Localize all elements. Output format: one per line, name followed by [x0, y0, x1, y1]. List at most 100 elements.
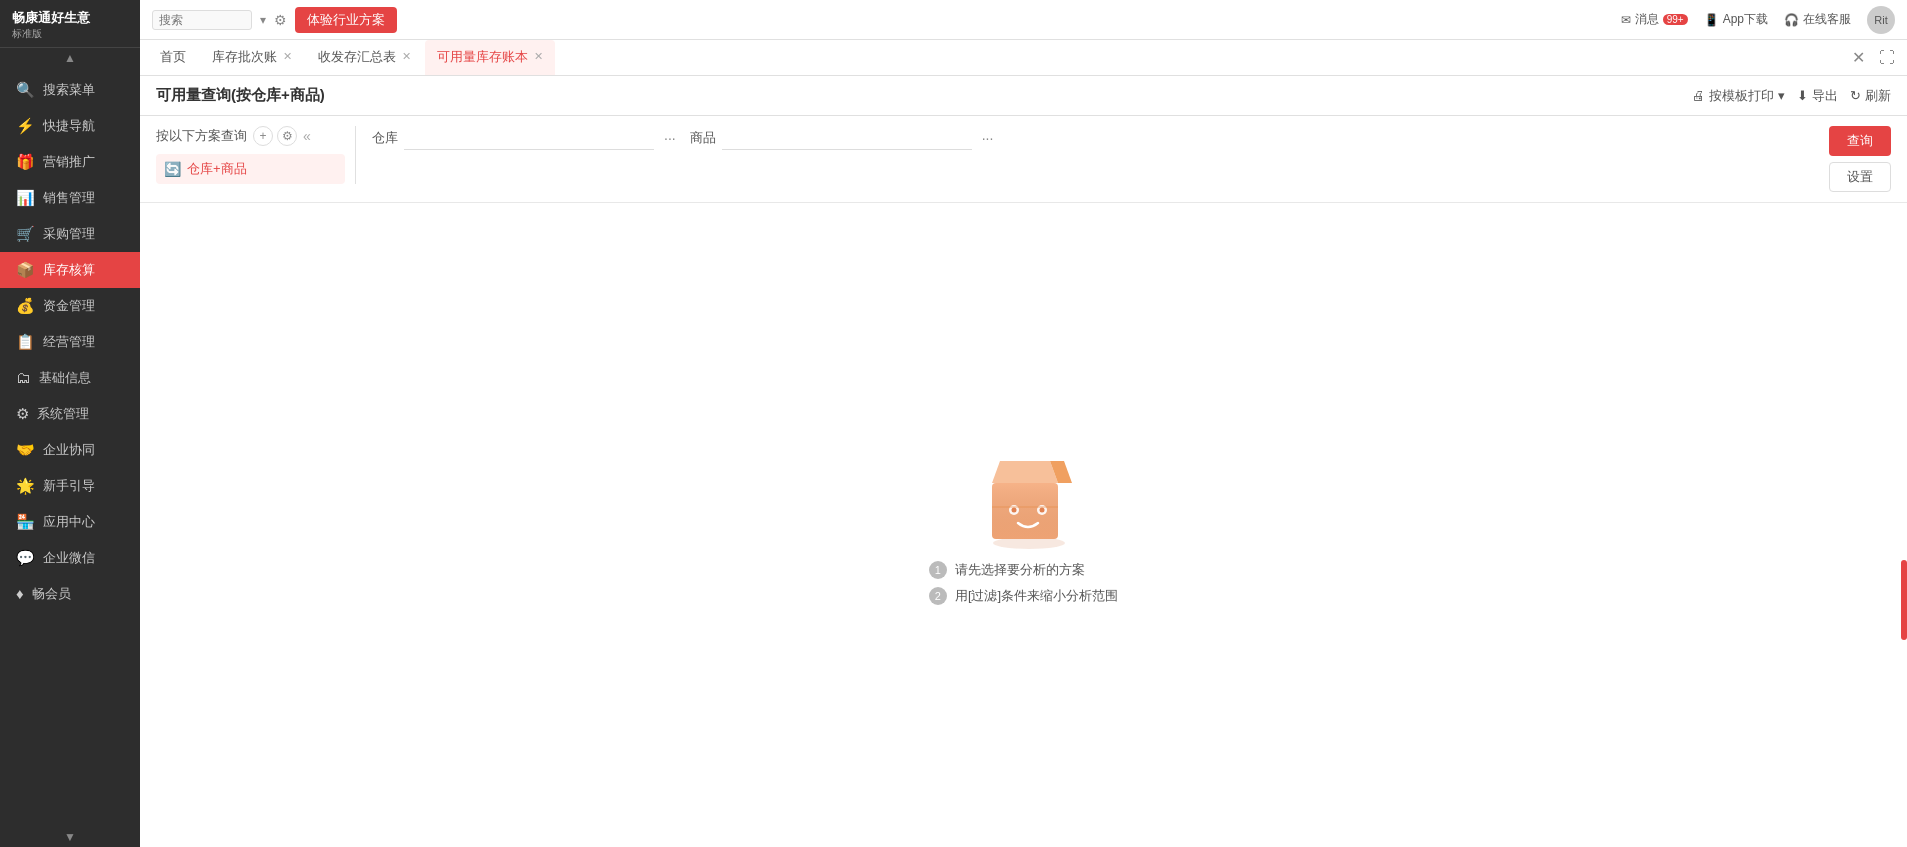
sidebar-item-wechat[interactable]: 💬 企业微信 — [0, 540, 140, 576]
tab-batch-account[interactable]: 库存批次账 ✕ — [200, 40, 304, 75]
filter-schemes-header: 按以下方案查询 + ⚙ « — [156, 126, 345, 146]
sidebar-label-marketing: 营销推广 — [43, 153, 95, 171]
scheme-settings-btn[interactable]: ⚙ — [277, 126, 297, 146]
sidebar: 畅康通好生意 标准版 ▲ 🔍 搜索菜单 ⚡ 快捷导航 🎁 营销推广 📊 销售管理 — [0, 0, 140, 847]
sidebar-label-wechat: 企业微信 — [43, 549, 95, 567]
tabbar-right: ✕ ⛶ — [1848, 40, 1899, 75]
tab-stock-summary-label: 收发存汇总表 — [318, 48, 396, 66]
sidebar-item-sales[interactable]: 📊 销售管理 — [0, 180, 140, 216]
print-icon: 🖨 — [1692, 88, 1705, 103]
filter-scheme-actions: + ⚙ — [253, 126, 297, 146]
sidebar-item-vip[interactable]: ♦ 畅会员 — [0, 576, 140, 612]
sidebar-label-enterprise: 企业协同 — [43, 441, 95, 459]
quick-nav-icon: ⚡ — [16, 117, 35, 135]
refresh-btn[interactable]: ↻ 刷新 — [1850, 87, 1891, 105]
tab-stock-summary[interactable]: 收发存汇总表 ✕ — [306, 40, 423, 75]
tab-stock-summary-close[interactable]: ✕ — [402, 50, 411, 63]
sidebar-label-system: 系统管理 — [37, 405, 89, 423]
filter-fields: 仓库 ··· 商品 ··· — [356, 126, 1819, 150]
sidebar-header: 畅康通好生意 标准版 — [0, 0, 140, 48]
topbar-gear-icon[interactable]: ⚙ — [274, 12, 287, 28]
topbar-chevron-icon[interactable]: ▾ — [260, 13, 266, 27]
tab-available-stock-label: 可用量库存账本 — [437, 48, 528, 66]
settings-btn[interactable]: 设置 — [1829, 162, 1891, 192]
scheme-collapse-icon[interactable]: « — [303, 128, 311, 144]
warehouse-product-icon: 🔄 — [164, 161, 181, 177]
filter-section: 按以下方案查询 + ⚙ « 🔄 仓库+商品 仓库 — [140, 116, 1907, 203]
tab-close-all-btn[interactable]: ✕ — [1848, 44, 1869, 71]
query-btn[interactable]: 查询 — [1829, 126, 1891, 156]
sidebar-item-enterprise[interactable]: 🤝 企业协同 — [0, 432, 140, 468]
topbar-right: ✉ 消息 99+ 📱 App下载 🎧 在线客服 Rit — [1621, 6, 1895, 34]
scheme-item-label: 仓库+商品 — [187, 160, 247, 178]
sidebar-label-operations: 经营管理 — [43, 333, 95, 351]
export-btn[interactable]: ⬇ 导出 — [1797, 87, 1838, 105]
online-service-item[interactable]: 🎧 在线客服 — [1784, 11, 1851, 28]
tab-available-stock-close[interactable]: ✕ — [534, 50, 543, 63]
sidebar-label-appstore: 应用中心 — [43, 513, 95, 531]
tab-home[interactable]: 首页 — [148, 40, 198, 75]
product-more-icon[interactable]: ··· — [978, 128, 998, 148]
print-label: 按模板打印 — [1709, 87, 1774, 105]
system-icon: ⚙ — [16, 405, 29, 423]
brand-edition: 标准版 — [12, 27, 128, 41]
message-item[interactable]: ✉ 消息 99+ — [1621, 11, 1688, 28]
warehouse-more-icon[interactable]: ··· — [660, 128, 680, 148]
tab-available-stock[interactable]: 可用量库存账本 ✕ — [425, 40, 555, 75]
sidebar-item-basic[interactable]: 🗂 基础信息 — [0, 360, 140, 396]
app-icon: 📱 — [1704, 13, 1719, 27]
app-download-item[interactable]: 📱 App下载 — [1704, 11, 1768, 28]
tabbar: 首页 库存批次账 ✕ 收发存汇总表 ✕ 可用量库存账本 ✕ ✕ ⛶ — [140, 40, 1907, 76]
brand-name: 畅康通好生意 — [12, 10, 128, 27]
sidebar-item-operations[interactable]: 📋 经营管理 — [0, 324, 140, 360]
sidebar-item-marketing[interactable]: 🎁 营销推广 — [0, 144, 140, 180]
warehouse-input[interactable] — [404, 126, 654, 150]
sidebar-label-basic: 基础信息 — [39, 369, 91, 387]
scheme-item-warehouse-product[interactable]: 🔄 仓库+商品 — [156, 154, 345, 184]
sidebar-scroll-up[interactable]: ▲ — [0, 48, 140, 68]
tab-expand-btn[interactable]: ⛶ — [1875, 45, 1899, 71]
warehouse-field: 仓库 ··· — [372, 126, 680, 150]
user-avatar[interactable]: Rit — [1867, 6, 1895, 34]
print-btn[interactable]: 🖨 按模板打印 ▾ — [1692, 87, 1785, 105]
sidebar-item-appstore[interactable]: 🏪 应用中心 — [0, 504, 140, 540]
purchase-icon: 🛒 — [16, 225, 35, 243]
product-input[interactable] — [722, 126, 972, 150]
filter-schemes: 按以下方案查询 + ⚙ « 🔄 仓库+商品 — [156, 126, 356, 184]
print-chevron-icon: ▾ — [1778, 88, 1785, 103]
tab-home-label: 首页 — [160, 48, 186, 66]
page-header-actions: 🖨 按模板打印 ▾ ⬇ 导出 ↻ 刷新 — [1692, 87, 1891, 105]
message-label: 消息 — [1635, 11, 1659, 28]
right-scroll-indicator[interactable] — [1901, 560, 1907, 640]
vip-icon: ♦ — [16, 585, 24, 602]
sidebar-label-sales: 销售管理 — [43, 189, 95, 207]
sidebar-item-quick-nav[interactable]: ⚡ 快捷导航 — [0, 108, 140, 144]
sales-icon: 📊 — [16, 189, 35, 207]
sidebar-item-search[interactable]: 🔍 搜索菜单 — [0, 72, 140, 108]
sidebar-label-search: 搜索菜单 — [43, 81, 95, 99]
sidebar-item-purchase[interactable]: 🛒 采购管理 — [0, 216, 140, 252]
hint-num-2: 2 — [929, 587, 947, 605]
sidebar-item-finance[interactable]: 💰 资金管理 — [0, 288, 140, 324]
app-download-label: App下载 — [1723, 11, 1768, 28]
svg-point-8 — [1039, 508, 1044, 513]
newbie-icon: 🌟 — [16, 477, 35, 495]
sidebar-scroll-down[interactable]: ▼ — [0, 827, 140, 847]
empty-icon — [974, 445, 1074, 545]
experience-btn[interactable]: 体验行业方案 — [295, 7, 397, 33]
product-label: 商品 — [690, 129, 716, 147]
sidebar-item-inventory[interactable]: 📦 库存核算 — [0, 252, 140, 288]
refresh-label: 刷新 — [1865, 87, 1891, 105]
scheme-add-btn[interactable]: + — [253, 126, 273, 146]
enterprise-icon: 🤝 — [16, 441, 35, 459]
sidebar-item-system[interactable]: ⚙ 系统管理 — [0, 396, 140, 432]
sidebar-item-newbie[interactable]: 🌟 新手引导 — [0, 468, 140, 504]
message-badge: 99+ — [1663, 14, 1688, 25]
finance-icon: 💰 — [16, 297, 35, 315]
topbar-search-input[interactable] — [152, 10, 252, 30]
svg-marker-2 — [992, 461, 1058, 483]
page-title: 可用量查询(按仓库+商品) — [156, 86, 325, 105]
content-area: 可用量查询(按仓库+商品) 🖨 按模板打印 ▾ ⬇ 导出 ↻ 刷新 — [140, 76, 1907, 847]
tab-batch-account-close[interactable]: ✕ — [283, 50, 292, 63]
svg-rect-4 — [992, 483, 1058, 539]
